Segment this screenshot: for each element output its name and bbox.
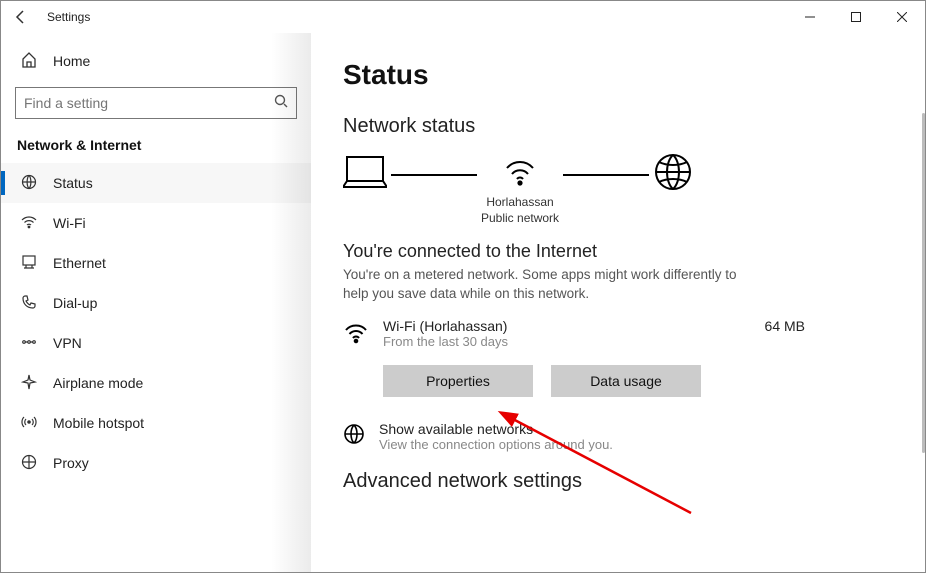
data-usage-button[interactable]: Data usage: [551, 365, 701, 397]
hotspot-icon: [21, 414, 37, 433]
globe-icon: [653, 152, 693, 197]
close-button[interactable]: [879, 1, 925, 33]
sidebar-item-label: Airplane mode: [53, 375, 143, 391]
window-title: Settings: [47, 10, 90, 24]
sidebar-item-label: Dial-up: [53, 295, 97, 311]
wifi-icon: [21, 214, 37, 233]
scrollbar[interactable]: [922, 113, 925, 453]
search-box[interactable]: [15, 87, 297, 119]
wifi-icon: [343, 318, 369, 351]
sidebar-item-label: Wi-Fi: [53, 215, 86, 231]
connected-description: You're on a metered network. Some apps m…: [343, 266, 763, 304]
sidebar-item-airplane[interactable]: Airplane mode: [1, 363, 311, 403]
page-title: Status: [343, 59, 885, 91]
section-advanced: Advanced network settings: [343, 470, 885, 493]
globe-icon: [21, 174, 37, 193]
available-title: Show available networks: [379, 421, 613, 437]
sidebar-item-label: Proxy: [53, 455, 89, 471]
connection-usage: 64 MB: [765, 318, 885, 334]
back-button[interactable]: [1, 1, 41, 33]
maximize-button[interactable]: [833, 1, 879, 33]
connected-heading: You're connected to the Internet: [343, 241, 885, 262]
sidebar-item-status[interactable]: Status: [1, 163, 311, 203]
sidebar-item-label: Ethernet: [53, 255, 106, 271]
phone-icon: [21, 294, 37, 313]
sidebar: Home Network & Internet Status Wi-Fi Eth…: [1, 33, 311, 572]
ethernet-icon: [21, 254, 37, 273]
sidebar-item-vpn[interactable]: VPN: [1, 323, 311, 363]
main-pane: Status Network status Horlahassan Public …: [311, 33, 925, 572]
search-icon: [274, 94, 288, 113]
network-diagram: Horlahassan Public network: [343, 152, 885, 227]
sidebar-item-ethernet[interactable]: Ethernet: [1, 243, 311, 283]
minimize-button[interactable]: [787, 1, 833, 33]
show-available-networks[interactable]: Show available networks View the connect…: [343, 421, 885, 452]
wifi-icon: [502, 154, 538, 195]
sidebar-item-dialup[interactable]: Dial-up: [1, 283, 311, 323]
window-controls: [787, 1, 925, 33]
sidebar-item-label: Mobile hotspot: [53, 415, 144, 431]
titlebar: Settings: [1, 1, 925, 33]
computer-icon: [343, 153, 387, 196]
search-input[interactable]: [24, 95, 274, 111]
connection-sub: From the last 30 days: [383, 334, 751, 349]
sidebar-item-proxy[interactable]: Proxy: [1, 443, 311, 483]
globe-icon: [343, 421, 365, 450]
sidebar-group-title: Network & Internet: [1, 133, 311, 163]
sidebar-item-label: VPN: [53, 335, 82, 351]
diagram-ssid: Horlahassan: [486, 195, 553, 209]
section-network-status: Network status: [343, 115, 885, 138]
proxy-icon: [21, 454, 37, 473]
available-sub: View the connection options around you.: [379, 437, 613, 452]
home-label: Home: [53, 53, 90, 69]
diagram-nettype: Public network: [481, 211, 559, 225]
sidebar-item-wifi[interactable]: Wi-Fi: [1, 203, 311, 243]
properties-button[interactable]: Properties: [383, 365, 533, 397]
connection-name: Wi-Fi (Horlahassan): [383, 318, 751, 334]
vpn-icon: [21, 334, 37, 353]
sidebar-item-label: Status: [53, 175, 93, 191]
home-nav[interactable]: Home: [1, 41, 311, 81]
connection-row: Wi-Fi (Horlahassan) From the last 30 day…: [343, 318, 885, 351]
sidebar-item-hotspot[interactable]: Mobile hotspot: [1, 403, 311, 443]
airplane-icon: [21, 374, 37, 393]
home-icon: [21, 52, 37, 71]
